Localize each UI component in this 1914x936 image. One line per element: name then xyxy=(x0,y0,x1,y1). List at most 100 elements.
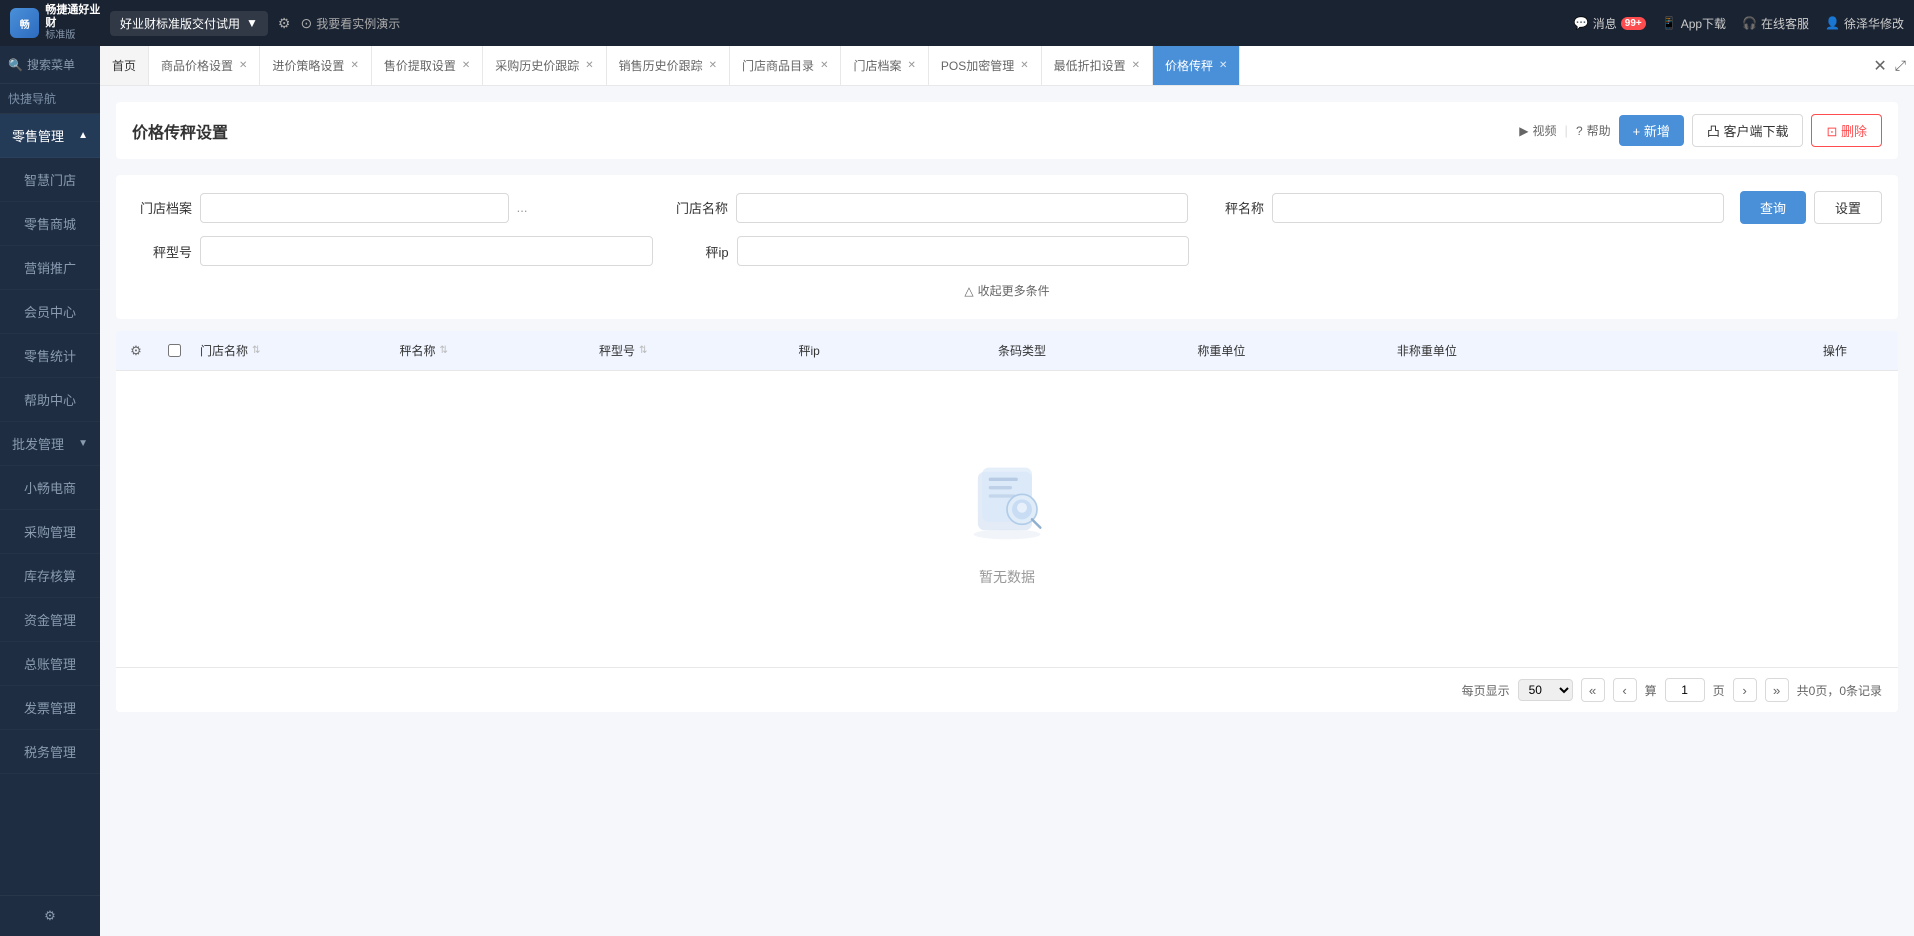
topbar-settings-btn[interactable]: ⚙ xyxy=(278,15,291,32)
tab-home[interactable]: 首页 xyxy=(100,46,149,86)
message-badge: 99+ xyxy=(1621,17,1646,30)
user-menu-btn[interactable]: 👤 徐泽华修改 xyxy=(1825,15,1904,32)
tab-close-store-profile[interactable]: ✕ xyxy=(907,60,915,71)
search-row-1: 门店档案 ... 门店名称 秤名称 查询 设置 xyxy=(132,191,1882,224)
sidebar-item-invoice[interactable]: 发票管理 xyxy=(0,686,100,730)
scale-ip-field: 秤ip xyxy=(669,236,1190,266)
store-name-input[interactable] xyxy=(736,193,1188,223)
th-settings[interactable]: ⚙ xyxy=(116,343,156,359)
sidebar-item-finance[interactable]: 资金管理 xyxy=(0,598,100,642)
first-page-btn[interactable]: « xyxy=(1581,678,1605,702)
next-page-btn[interactable]: › xyxy=(1733,678,1757,702)
empty-text: 暂无数据 xyxy=(979,567,1035,587)
tab-close-btn[interactable]: ✕ xyxy=(1873,56,1886,76)
tab-min-discount[interactable]: 最低折扣设置 ✕ xyxy=(1042,46,1153,86)
tab-expand-btn[interactable]: ⤢ xyxy=(1895,57,1906,74)
version-selector[interactable]: 好业财标准版交付试用 ▼ xyxy=(110,11,268,36)
tab-close-sale-extract[interactable]: ✕ xyxy=(462,60,470,71)
app-logo: 畅 畅捷通好业财 标准版 xyxy=(10,4,110,42)
per-page-label: 每页显示 xyxy=(1462,682,1510,699)
tab-purchase-history[interactable]: 采购历史价跟踪 ✕ xyxy=(483,46,606,86)
th-barcode-type: 条码类型 xyxy=(990,342,1189,359)
tab-sales-history[interactable]: 销售历史价跟踪 ✕ xyxy=(607,46,730,86)
tab-close-store-catalog[interactable]: ✕ xyxy=(820,60,828,71)
tab-close-purchase-strategy[interactable]: ✕ xyxy=(350,60,358,71)
th-store-name: 门店名称 ⇅ xyxy=(192,342,391,359)
store-profile-field: 门店档案 ... xyxy=(132,193,652,223)
sidebar-item-marketing[interactable]: 营销推广 xyxy=(0,246,100,290)
store-profile-input[interactable] xyxy=(200,193,509,223)
message-btn[interactable]: 💬 消息 99+ xyxy=(1574,15,1646,32)
store-name-label: 门店名称 xyxy=(668,198,728,217)
page-title: 价格传秤设置 xyxy=(132,119,228,143)
sidebar-item-tax[interactable]: 税务管理 xyxy=(0,730,100,774)
empty-state: 暂无数据 xyxy=(116,371,1898,667)
th-action: 操作 xyxy=(1772,342,1898,359)
scale-ip-label: 秤ip xyxy=(669,242,729,261)
tab-price-scale[interactable]: 价格传秤 ✕ xyxy=(1153,46,1240,86)
page-input[interactable] xyxy=(1665,678,1705,702)
query-btn[interactable]: 查询 xyxy=(1740,191,1806,224)
help-link[interactable]: ? 帮助 xyxy=(1576,122,1611,139)
pagination-bar: 每页显示 50 10 20 100 « ‹ 算 页 › » 共0页，0条记录 xyxy=(116,667,1898,712)
sidebar-item-help[interactable]: 帮助中心 xyxy=(0,378,100,422)
sidebar-quick-nav[interactable]: 快捷导航 xyxy=(0,84,100,114)
tab-pos-pwd[interactable]: POS加密管理 ✕ xyxy=(929,46,1042,86)
total-label: 共0页，0条记录 xyxy=(1797,682,1882,699)
tab-close-pos-pwd[interactable]: ✕ xyxy=(1020,60,1028,71)
sidebar-item-general-ledger[interactable]: 总账管理 xyxy=(0,642,100,686)
scale-name-input[interactable] xyxy=(1272,193,1724,223)
tab-close-purchase-history[interactable]: ✕ xyxy=(585,60,593,71)
tab-store-catalog[interactable]: 门店商品目录 ✕ xyxy=(730,46,841,86)
tab-close-commodity-pricing[interactable]: ✕ xyxy=(239,60,247,71)
scale-model-field: 秤型号 xyxy=(132,236,653,266)
sidebar-search[interactable]: 🔍 搜索菜单 xyxy=(0,46,100,84)
tab-close-sales-history[interactable]: ✕ xyxy=(709,60,717,71)
add-btn[interactable]: + 新增 xyxy=(1619,115,1684,146)
delete-btn[interactable]: ⊡ 删除 xyxy=(1811,114,1882,147)
sidebar-item-smart-store[interactable]: 智慧门店 xyxy=(0,158,100,202)
page-header: 价格传秤设置 ▶ 视频 | ? 帮助 + 新增 凸 客户端下载 xyxy=(116,102,1898,159)
sidebar-item-purchase[interactable]: 采购管理 xyxy=(0,510,100,554)
sidebar: 🔍 搜索菜单 快捷导航 零售管理 ▲ 智慧门店 零售商城 营销推广 会员中心 零… xyxy=(0,46,100,936)
page-actions: ▶ 视频 | ? 帮助 + 新增 凸 客户端下载 ⊡ 删除 xyxy=(1519,114,1882,147)
page-label-after: 页 xyxy=(1713,682,1725,699)
scale-model-input[interactable] xyxy=(200,236,653,266)
set-btn[interactable]: 设置 xyxy=(1814,191,1882,224)
tab-commodity-pricing[interactable]: 商品价格设置 ✕ xyxy=(149,46,260,86)
sidebar-item-member[interactable]: 会员中心 xyxy=(0,290,100,334)
select-all-checkbox[interactable] xyxy=(168,344,181,357)
sidebar-item-inventory[interactable]: 库存核算 xyxy=(0,554,100,598)
last-page-btn[interactable]: » xyxy=(1765,678,1789,702)
prev-page-btn[interactable]: ‹ xyxy=(1613,678,1637,702)
store-profile-dots[interactable]: ... xyxy=(517,200,528,215)
online-service-btn[interactable]: 🎧 在线客服 xyxy=(1742,15,1809,32)
collapse-btn[interactable]: △ 收起更多条件 xyxy=(132,278,1882,303)
tab-close-min-discount[interactable]: ✕ xyxy=(1132,60,1140,71)
sidebar-item-retail-mall[interactable]: 零售商城 xyxy=(0,202,100,246)
tabs-actions: ✕ ⤢ xyxy=(1865,56,1914,76)
app-download-btn[interactable]: 📱 App下载 xyxy=(1662,15,1726,32)
table-header: ⚙ 门店名称 ⇅ 秤名称 ⇅ 秤型号 ⇅ xyxy=(116,331,1898,371)
sidebar-item-wholesale[interactable]: 批发管理 ▼ xyxy=(0,422,100,466)
tab-purchase-strategy[interactable]: 进价策略设置 ✕ xyxy=(260,46,371,86)
th-scale-ip: 秤ip xyxy=(790,342,989,359)
search-panel: 门店档案 ... 门店名称 秤名称 查询 设置 xyxy=(116,175,1898,319)
th-checkbox[interactable] xyxy=(156,344,192,357)
per-page-select[interactable]: 50 10 20 100 xyxy=(1518,679,1573,701)
sidebar-item-retail-stats[interactable]: 零售统计 xyxy=(0,334,100,378)
th-scale-model: 秤型号 ⇅ xyxy=(591,342,790,359)
user-name: 徐泽华修改 xyxy=(1844,15,1904,32)
video-link[interactable]: ▶ 视频 xyxy=(1519,122,1556,139)
sidebar-item-ecommerce[interactable]: 小畅电商 xyxy=(0,466,100,510)
tab-close-price-scale[interactable]: ✕ xyxy=(1219,60,1227,71)
tab-store-profile[interactable]: 门店档案 ✕ xyxy=(841,46,928,86)
tab-sale-extract[interactable]: 售价提取设置 ✕ xyxy=(372,46,483,86)
scale-ip-input[interactable] xyxy=(737,236,1190,266)
page-label-before: 算 xyxy=(1645,682,1657,699)
sidebar-settings-btn[interactable]: ⚙ xyxy=(0,895,100,936)
search-row-2: 秤型号 秤ip xyxy=(132,236,1882,266)
sidebar-item-retail-mgmt[interactable]: 零售管理 ▲ xyxy=(0,114,100,158)
demo-btn[interactable]: ⊙ 我要看实例演示 xyxy=(300,15,400,32)
download-client-btn[interactable]: 凸 客户端下载 xyxy=(1692,114,1804,147)
